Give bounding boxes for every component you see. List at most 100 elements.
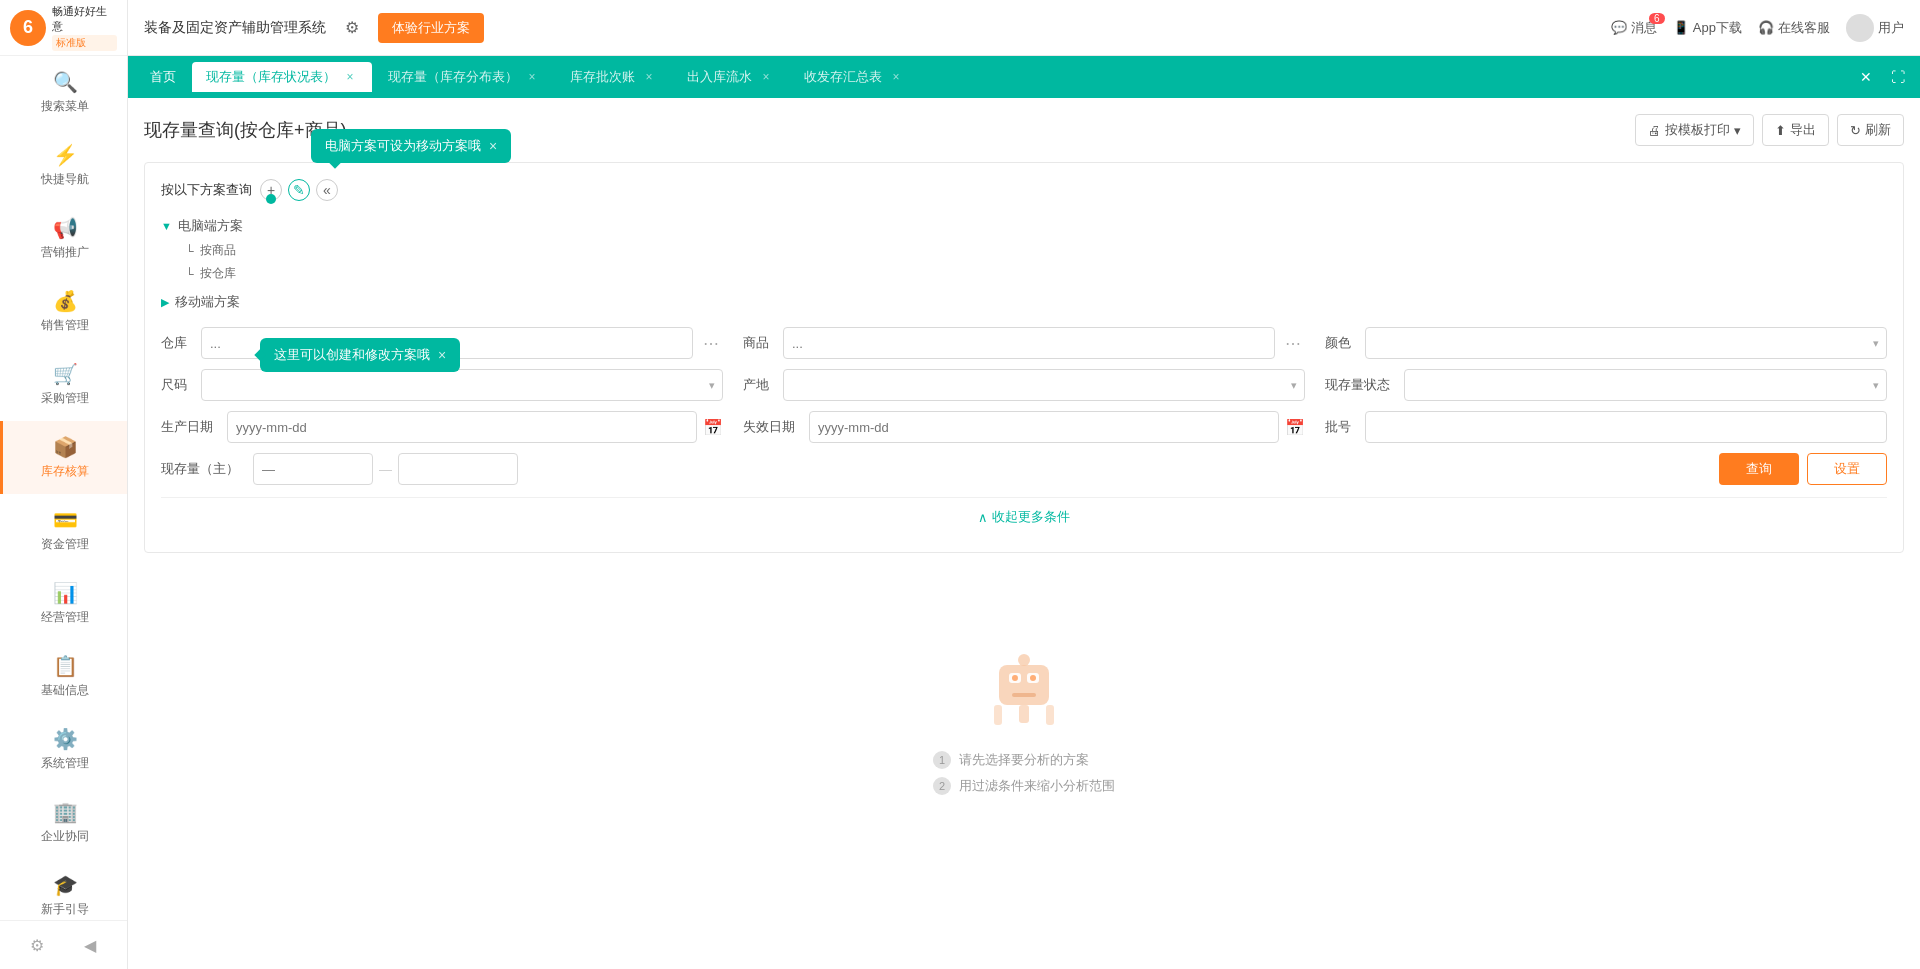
- tab-stock-batch-close[interactable]: ×: [641, 69, 657, 85]
- refresh-label: 刷新: [1865, 121, 1891, 139]
- sidebar-item-inventory[interactable]: 📦 库存核算: [0, 421, 127, 494]
- stock-main-input-max[interactable]: [398, 453, 518, 485]
- sidebar-item-system[interactable]: ⚙️ 系统管理: [0, 713, 127, 786]
- produce-date-input[interactable]: [227, 411, 697, 443]
- tooltip-add-scheme: 电脑方案可设为移动方案哦 ×: [311, 129, 511, 163]
- color-select[interactable]: [1365, 327, 1887, 359]
- page-content: 现存量查询(按仓库+商品) 🖨 按模板打印 ▾ ⬆ 导出 ↻ 刷新: [128, 98, 1920, 969]
- sidebar-item-search[interactable]: 🔍 搜索菜单: [0, 56, 127, 129]
- sidebar-item-purchase[interactable]: 🛒 采购管理: [0, 348, 127, 421]
- header-right: 💬 消息 6 📱 App下载 🎧 在线客服 用户: [1611, 14, 1904, 42]
- svg-rect-5: [1012, 693, 1036, 697]
- tooltip-add-text: 电脑方案可设为移动方案哦: [325, 137, 481, 155]
- tab-stock-batch[interactable]: 库存批次账 ×: [556, 62, 671, 92]
- empty-state: 1 请先选择要分析的方案 2 用过滤条件来缩小分析范围: [144, 565, 1904, 875]
- scheme-sub-goods[interactable]: └ 按商品: [185, 239, 1887, 262]
- sidebar-label-marketing: 营销推广: [41, 244, 89, 261]
- reset-btn[interactable]: 设置: [1807, 453, 1887, 485]
- sidebar-settings-btn[interactable]: ⚙: [23, 931, 51, 959]
- refresh-icon: ↻: [1850, 123, 1861, 138]
- add-scheme-indicator: [266, 194, 276, 204]
- service-btn[interactable]: 🎧 在线客服: [1758, 19, 1830, 37]
- collapse-btn[interactable]: ∧ 收起更多条件: [161, 497, 1887, 536]
- gear-icon[interactable]: ⚙: [338, 14, 366, 42]
- add-scheme-btn[interactable]: +: [260, 179, 282, 201]
- tooltip-create-text: 这里可以创建和修改方案哦: [274, 346, 430, 364]
- tab-recv-summary[interactable]: 收发存汇总表 ×: [790, 62, 918, 92]
- produce-date-cal-icon[interactable]: 📅: [703, 418, 723, 437]
- tab-expand-btn[interactable]: ⛶: [1884, 63, 1912, 91]
- brand-name: 畅通好好生意: [52, 4, 117, 33]
- scheme-pc-node[interactable]: ▼ 电脑端方案: [161, 213, 1887, 239]
- tab-stock-flow-close[interactable]: ×: [758, 69, 774, 85]
- user-btn[interactable]: 用户: [1846, 14, 1904, 42]
- tip-text-2: 用过滤条件来缩小分析范围: [959, 777, 1115, 795]
- expire-date-cal-icon[interactable]: 📅: [1285, 418, 1305, 437]
- edit-scheme-btn[interactable]: ✎: [288, 179, 310, 201]
- sidebar-item-operation[interactable]: 📊 经营管理: [0, 567, 127, 640]
- expire-date-input[interactable]: [809, 411, 1279, 443]
- refresh-btn[interactable]: ↻ 刷新: [1837, 114, 1904, 146]
- sidebar-item-quick[interactable]: ⚡ 快捷导航: [0, 129, 127, 202]
- sidebar-item-basic[interactable]: 📋 基础信息: [0, 640, 127, 713]
- search-btn[interactable]: 查询: [1719, 453, 1799, 485]
- scheme-sub-warehouse-label: 按仓库: [200, 265, 236, 282]
- sidebar-label-guide: 新手引导: [41, 901, 89, 918]
- goods-filter: 商品 ⋯: [743, 327, 1305, 359]
- warehouse-label: 仓库: [161, 334, 195, 352]
- stock-main-input-min[interactable]: [253, 453, 373, 485]
- svg-rect-6: [1019, 705, 1029, 723]
- export-btn[interactable]: ⬆ 导出: [1762, 114, 1829, 146]
- back-scheme-btn[interactable]: «: [316, 179, 338, 201]
- app-logo: 6 畅通好好生意 标准版: [0, 0, 127, 56]
- tab-bar-end: ✕ ⛶: [1852, 63, 1912, 91]
- goods-input[interactable]: [783, 327, 1275, 359]
- batch-input[interactable]: [1365, 411, 1887, 443]
- avatar: [1846, 14, 1874, 42]
- tab-stock-batch-label: 库存批次账: [570, 68, 635, 86]
- logo-text-block: 畅通好好生意 标准版: [52, 4, 117, 51]
- headset-icon: 🎧: [1758, 20, 1774, 35]
- origin-label: 产地: [743, 376, 777, 394]
- tab-stock-dist[interactable]: 现存量（库存分布表） ×: [374, 62, 554, 92]
- tab-stock-status-close[interactable]: ×: [342, 69, 358, 85]
- brand-badge: 标准版: [52, 35, 117, 51]
- sidebar-collapse-btn[interactable]: ◀: [76, 931, 104, 959]
- purchase-icon: 🛒: [53, 362, 78, 386]
- tooltip-create-close[interactable]: ×: [438, 347, 446, 363]
- scheme-mobile-node[interactable]: ▶ 移动端方案: [161, 289, 1887, 315]
- tab-close-all-btn[interactable]: ✕: [1852, 63, 1880, 91]
- tab-stock-dist-close[interactable]: ×: [524, 69, 540, 85]
- msg-btn[interactable]: 💬 消息 6: [1611, 19, 1657, 37]
- size-filter: 尺码 ▾: [161, 369, 723, 401]
- page-actions: 🖨 按模板打印 ▾ ⬆ 导出 ↻ 刷新: [1635, 114, 1904, 146]
- user-label: 用户: [1878, 19, 1904, 37]
- tooltip-add-close[interactable]: ×: [489, 138, 497, 154]
- warehouse-dots-btn[interactable]: ⋯: [699, 331, 723, 355]
- stock-status-select[interactable]: [1404, 369, 1887, 401]
- tab-stock-dist-label: 现存量（库存分布表）: [388, 68, 518, 86]
- sidebar-item-marketing[interactable]: 📢 营销推广: [0, 202, 127, 275]
- system-icon: ⚙️: [53, 727, 78, 751]
- tab-stock-flow[interactable]: 出入库流水 ×: [673, 62, 788, 92]
- sidebar-item-guide[interactable]: 🎓 新手引导: [0, 859, 127, 920]
- app-download-btn[interactable]: 📱 App下载: [1673, 19, 1742, 37]
- sidebar-item-sales[interactable]: 💰 销售管理: [0, 275, 127, 348]
- scheme-sub-warehouse[interactable]: └ 按仓库: [185, 262, 1887, 285]
- origin-select[interactable]: [783, 369, 1305, 401]
- goods-dots-btn[interactable]: ⋯: [1281, 331, 1305, 355]
- template-print-btn[interactable]: 🖨 按模板打印 ▾: [1635, 114, 1754, 146]
- header-left: 装备及固定资产辅助管理系统 ⚙ 体验行业方案: [144, 13, 484, 43]
- sidebar-item-finance[interactable]: 💳 资金管理: [0, 494, 127, 567]
- sidebar-label-finance: 资金管理: [41, 536, 89, 553]
- phone-icon: 📱: [1673, 20, 1689, 35]
- sidebar-label-purchase: 采购管理: [41, 390, 89, 407]
- tab-home[interactable]: 首页: [136, 62, 190, 92]
- logo-icon: 6: [10, 10, 46, 46]
- tab-recv-summary-close[interactable]: ×: [888, 69, 904, 85]
- sidebar-item-enterprise[interactable]: 🏢 企业协同: [0, 786, 127, 859]
- filter-row-2: 尺码 ▾ 产地 ▾: [161, 369, 1887, 401]
- size-select[interactable]: [201, 369, 723, 401]
- tab-stock-status[interactable]: 现存量（库存状况表） ×: [192, 62, 372, 92]
- industry-btn[interactable]: 体验行业方案: [378, 13, 484, 43]
